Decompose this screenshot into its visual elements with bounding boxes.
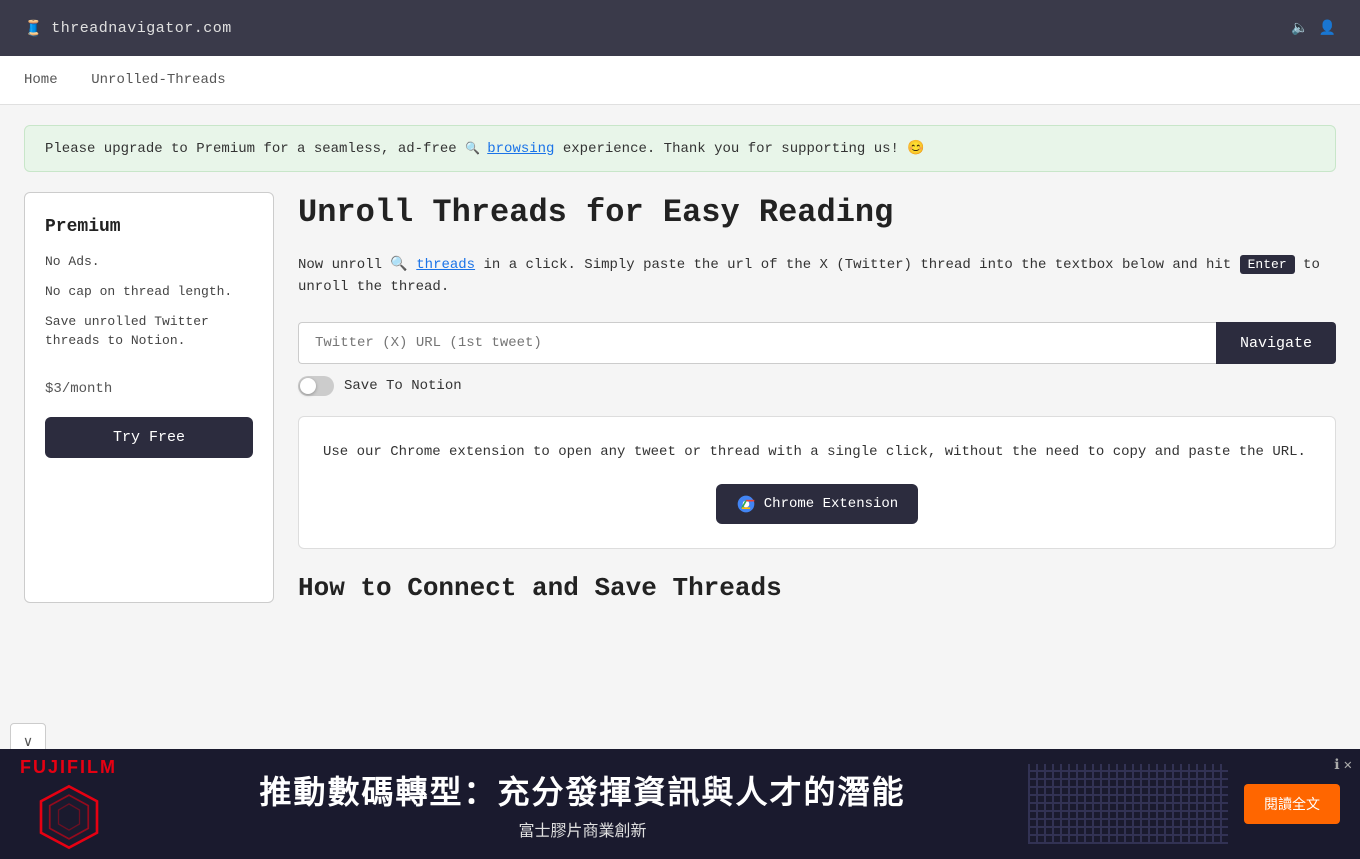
url-input-row: Navigate bbox=[298, 322, 1336, 364]
premium-feature-3: Save unrolled Twitter threads to Notion. bbox=[45, 313, 253, 349]
site-header: 🧵 threadnavigator.com 🔈 👤 bbox=[0, 0, 1360, 56]
chrome-extension-button[interactable]: Chrome Extension bbox=[716, 484, 918, 524]
banner-text-before: Please upgrade to Premium for a seamless… bbox=[45, 141, 457, 157]
toggle-knob bbox=[300, 378, 316, 394]
site-name: threadnavigator.com bbox=[51, 20, 232, 37]
breadcrumb-separator bbox=[66, 72, 83, 88]
ad-main-text: 推動數碼轉型：充分發揮資訊與人才的潛能 bbox=[259, 767, 905, 813]
save-notion-label: Save To Notion bbox=[344, 378, 462, 394]
breadcrumb-home[interactable]: Home bbox=[24, 72, 58, 88]
user-icon[interactable]: 👤 bbox=[1319, 20, 1336, 37]
banner-link[interactable]: browsing bbox=[487, 141, 554, 157]
ad-middle: 推動數碼轉型：充分發揮資訊與人才的潛能 富士膠片商業創新 bbox=[137, 767, 1028, 841]
speaker-icon[interactable]: 🔈 bbox=[1291, 20, 1308, 37]
ad-close-button[interactable]: ✕ bbox=[1344, 757, 1352, 774]
enter-key-badge: Enter bbox=[1240, 255, 1295, 274]
save-notion-row: Save To Notion bbox=[298, 376, 1336, 396]
desc-before: Now unroll bbox=[298, 257, 382, 273]
desc-middle: in a click. Simply paste the url of the … bbox=[483, 257, 1231, 273]
description: Now unroll 🔍 threads in a click. Simply … bbox=[298, 254, 1336, 299]
main-area: Premium No Ads. No cap on thread length.… bbox=[0, 192, 1360, 627]
ad-info-icon: ℹ bbox=[1334, 757, 1339, 774]
ad-sub-text: 富士膠片商業創新 bbox=[518, 817, 646, 841]
premium-title: Premium bbox=[45, 217, 253, 237]
logo-area[interactable]: 🧵 threadnavigator.com bbox=[24, 19, 232, 38]
chrome-extension-box: Use our Chrome extension to open any twe… bbox=[298, 416, 1336, 548]
section-title: How to Connect and Save Threads bbox=[298, 573, 1336, 603]
premium-feature-2: No cap on thread length. bbox=[45, 283, 253, 301]
url-input[interactable] bbox=[298, 322, 1216, 364]
banner-text-after: experience. Thank you for supporting us!… bbox=[563, 141, 925, 157]
navigate-button[interactable]: Navigate bbox=[1216, 322, 1336, 364]
search-icon-inline: 🔍 bbox=[390, 257, 416, 273]
threads-link[interactable]: threads bbox=[416, 257, 475, 273]
ad-close-area[interactable]: ℹ ✕ bbox=[1334, 757, 1352, 774]
fuji-hexagon-logo bbox=[34, 782, 104, 852]
chrome-ext-label: Chrome Extension bbox=[764, 496, 898, 512]
search-icon: 🔍 bbox=[465, 142, 487, 156]
try-free-button[interactable]: Try Free bbox=[45, 417, 253, 458]
save-notion-toggle[interactable] bbox=[298, 376, 334, 396]
price-period: /month bbox=[62, 381, 112, 397]
ad-cta-button[interactable]: 閱讀全文 bbox=[1244, 784, 1340, 824]
upgrade-banner: Please upgrade to Premium for a seamless… bbox=[24, 125, 1336, 172]
content-area: Unroll Threads for Easy Reading Now unro… bbox=[298, 192, 1336, 603]
premium-card: Premium No Ads. No cap on thread length.… bbox=[24, 192, 274, 603]
page-title: Unroll Threads for Easy Reading bbox=[298, 192, 1336, 234]
breadcrumb: Home Unrolled-Threads bbox=[0, 56, 1360, 105]
ad-decoration bbox=[1028, 764, 1228, 844]
logo-emoji: 🧵 bbox=[24, 19, 43, 38]
ad-content: FUJIFILM 推動數碼轉型：充分發揮資訊與人才的潛能 富士膠片商業創新 閱讀… bbox=[0, 757, 1360, 852]
chrome-box-text: Use our Chrome extension to open any twe… bbox=[323, 441, 1311, 463]
premium-price: $3/month bbox=[45, 370, 253, 401]
breadcrumb-current[interactable]: Unrolled-Threads bbox=[91, 72, 225, 88]
chrome-icon bbox=[736, 494, 756, 514]
header-right: 🔈 👤 bbox=[1291, 20, 1336, 37]
ad-banner: ℹ ✕ FUJIFILM 推動數碼轉型：充分發揮資訊與人才的潛能 富士膠片商業創… bbox=[0, 749, 1360, 859]
fujifilm-brand: FUJIFILM bbox=[20, 757, 117, 778]
ad-logo-area: FUJIFILM bbox=[20, 757, 117, 852]
premium-feature-1: No Ads. bbox=[45, 253, 253, 271]
